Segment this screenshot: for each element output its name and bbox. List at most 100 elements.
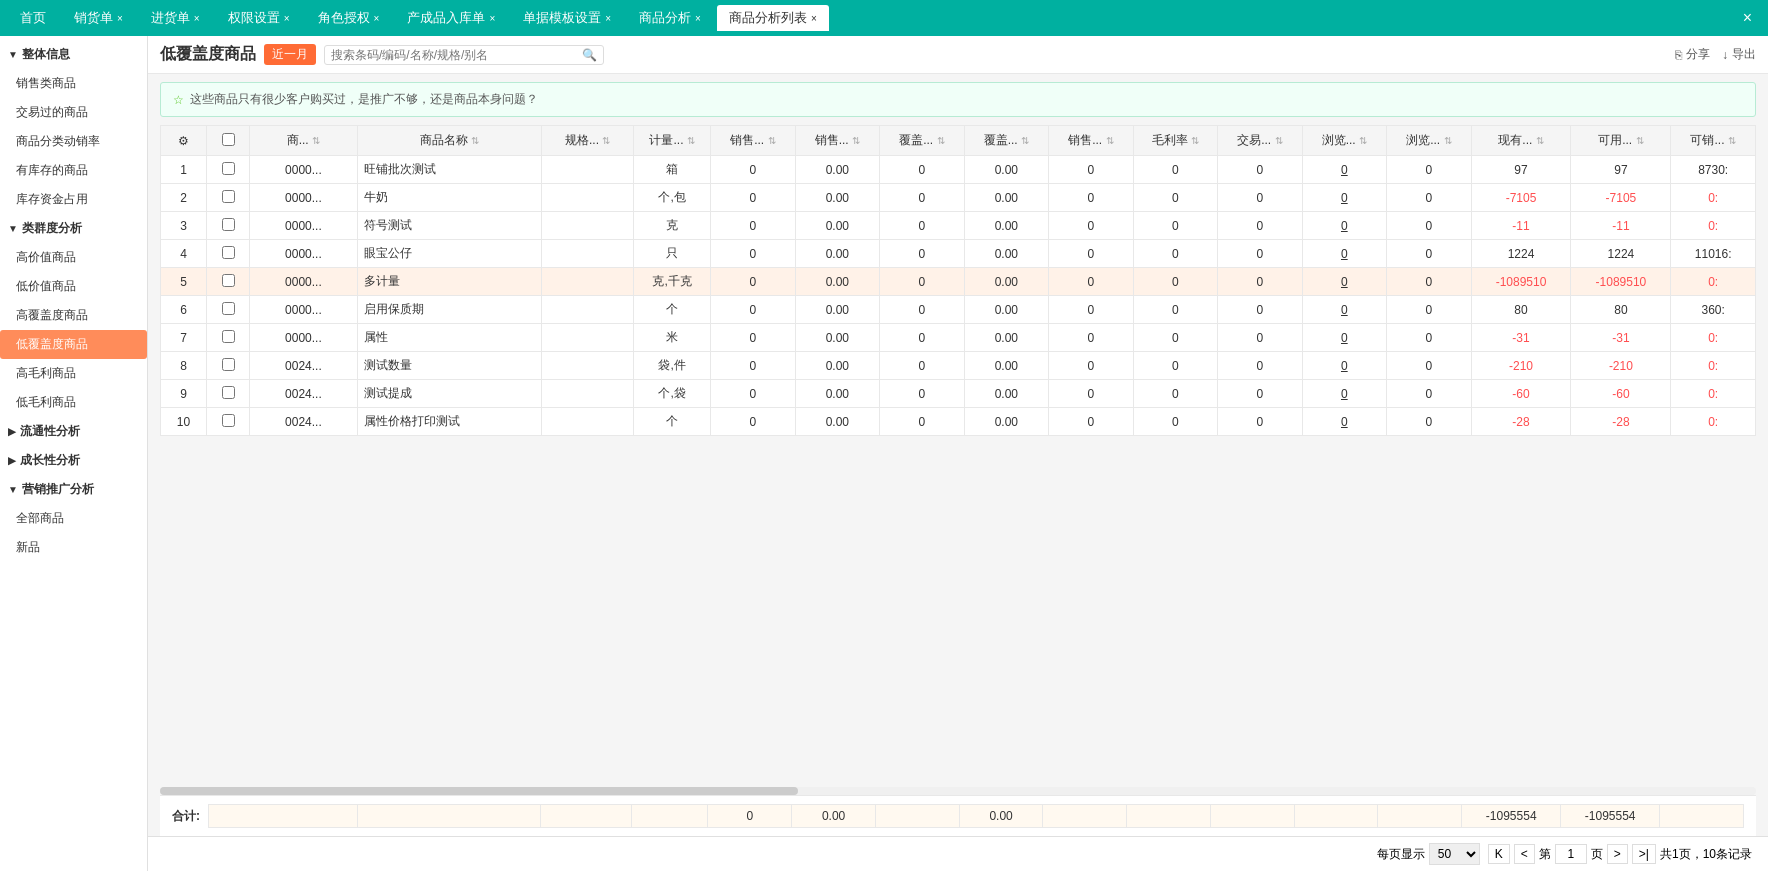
tab-finished-goods[interactable]: 产成品入库单 × [395,5,507,31]
row-select-checkbox[interactable] [222,218,235,231]
sidebar-item-sales-products[interactable]: 销售类商品 [0,69,147,98]
page-number-input[interactable] [1555,844,1587,864]
close-all-tabs[interactable]: × [1735,5,1760,31]
page-size-select[interactable]: 50 100 200 [1429,843,1480,865]
row-name[interactable]: 属性价格打印测试 [357,408,541,436]
row-name[interactable]: 启用保质期 [357,296,541,324]
tab-purchase-order[interactable]: 进货单 × [139,5,212,31]
sidebar-group-marketing[interactable]: ▼ 营销推广分析 [0,475,147,504]
sidebar-item-high-value[interactable]: 高价值商品 [0,243,147,272]
close-icon[interactable]: × [695,13,701,24]
row-checkbox[interactable] [207,212,250,240]
row-checkbox[interactable] [207,240,250,268]
first-page-button[interactable]: K [1488,844,1510,864]
row-checkbox[interactable] [207,324,250,352]
row-checkbox[interactable] [207,352,250,380]
row-browse1[interactable]: 0 [1302,352,1387,380]
row-name[interactable]: 多计量 [357,268,541,296]
horizontal-scrollbar[interactable] [160,787,1756,795]
col-sales-amt[interactable]: 销售... ⇅ [795,126,880,156]
row-select-checkbox[interactable] [222,274,235,287]
row-browse1[interactable]: 0 [1302,268,1387,296]
row-select-checkbox[interactable] [222,302,235,315]
row-select-checkbox[interactable] [222,330,235,343]
tab-role-auth[interactable]: 角色授权 × [306,5,392,31]
sidebar-item-high-margin[interactable]: 高毛利商品 [0,359,147,388]
row-checkbox[interactable] [207,268,250,296]
sidebar-item-low-value[interactable]: 低价值商品 [0,272,147,301]
row-select-checkbox[interactable] [222,386,235,399]
row-checkbox[interactable] [207,184,250,212]
share-button[interactable]: ⎘ 分享 [1675,46,1710,63]
close-icon[interactable]: × [194,13,200,24]
row-browse1[interactable]: 0 [1302,184,1387,212]
sidebar-item-all-products[interactable]: 全部商品 [0,504,147,533]
tab-sales-order[interactable]: 销货单 × [62,5,135,31]
row-select-checkbox[interactable] [222,190,235,203]
col-sales-days[interactable]: 销售... ⇅ [1049,126,1134,156]
sidebar-group-cluster[interactable]: ▼ 类群度分析 [0,214,147,243]
row-browse1[interactable]: 0 [1302,408,1387,436]
row-browse1[interactable]: 0 [1302,240,1387,268]
close-icon[interactable]: × [489,13,495,24]
sidebar-item-traded-products[interactable]: 交易过的商品 [0,98,147,127]
row-name[interactable]: 旺铺批次测试 [357,156,541,184]
row-name[interactable]: 眼宝公仔 [357,240,541,268]
tab-product-analysis-list[interactable]: 商品分析列表 × [717,5,829,31]
close-icon[interactable]: × [374,13,380,24]
close-icon[interactable]: × [117,13,123,24]
col-sales-qty[interactable]: 销售... ⇅ [711,126,796,156]
sidebar-group-overall[interactable]: ▼ 整体信息 [0,40,147,69]
row-name[interactable]: 符号测试 [357,212,541,240]
row-name[interactable]: 属性 [357,324,541,352]
sidebar-group-growth[interactable]: ▶ 成长性分析 [0,446,147,475]
col-code[interactable]: 商... ⇅ [250,126,358,156]
row-browse1[interactable]: 0 [1302,156,1387,184]
row-checkbox[interactable] [207,408,250,436]
close-icon[interactable]: × [605,13,611,24]
col-available[interactable]: 可用... ⇅ [1571,126,1671,156]
search-input[interactable] [331,48,582,62]
col-settings[interactable]: ⚙ [161,126,207,156]
export-button[interactable]: ↓ 导出 [1722,46,1756,63]
row-checkbox[interactable] [207,156,250,184]
col-sellable[interactable]: 可销... ⇅ [1671,126,1756,156]
row-name[interactable]: 测试提成 [357,380,541,408]
col-browse2[interactable]: 浏览... ⇅ [1387,126,1472,156]
row-select-checkbox[interactable] [222,162,235,175]
col-coverage1[interactable]: 覆盖... ⇅ [880,126,965,156]
select-all-checkbox[interactable] [222,133,235,146]
next-page-button[interactable]: > [1607,844,1628,864]
sidebar-item-high-coverage[interactable]: 高覆盖度商品 [0,301,147,330]
tab-home[interactable]: 首页 [8,5,58,31]
row-select-checkbox[interactable] [222,414,235,427]
close-icon[interactable]: × [284,13,290,24]
col-spec[interactable]: 规格... ⇅ [542,126,634,156]
row-checkbox[interactable] [207,296,250,324]
row-browse1[interactable]: 0 [1302,296,1387,324]
col-name[interactable]: 商品名称 ⇅ [357,126,541,156]
last-page-button[interactable]: >| [1632,844,1656,864]
col-current-stock[interactable]: 现有... ⇅ [1471,126,1571,156]
tab-template-settings[interactable]: 单据模板设置 × [511,5,623,31]
col-coverage2[interactable]: 覆盖... ⇅ [964,126,1049,156]
sidebar-item-low-coverage[interactable]: 低覆盖度商品 [0,330,147,359]
sidebar-item-in-stock-products[interactable]: 有库存的商品 [0,156,147,185]
sidebar-item-category-sales-rate[interactable]: 商品分类动销率 [0,127,147,156]
scrollbar-thumb[interactable] [160,787,798,795]
row-name[interactable]: 牛奶 [357,184,541,212]
sidebar-item-new-products[interactable]: 新品 [0,533,147,562]
row-browse1[interactable]: 0 [1302,380,1387,408]
col-browse1[interactable]: 浏览... ⇅ [1302,126,1387,156]
row-select-checkbox[interactable] [222,358,235,371]
sidebar-group-circulation[interactable]: ▶ 流通性分析 [0,417,147,446]
col-unit[interactable]: 计量... ⇅ [634,126,711,156]
col-checkbox[interactable] [207,126,250,156]
row-browse1[interactable]: 0 [1302,212,1387,240]
row-name[interactable]: 测试数量 [357,352,541,380]
sidebar-item-low-margin[interactable]: 低毛利商品 [0,388,147,417]
row-browse1[interactable]: 0 [1302,324,1387,352]
close-icon[interactable]: × [811,13,817,24]
row-checkbox[interactable] [207,380,250,408]
search-icon[interactable]: 🔍 [582,48,597,62]
